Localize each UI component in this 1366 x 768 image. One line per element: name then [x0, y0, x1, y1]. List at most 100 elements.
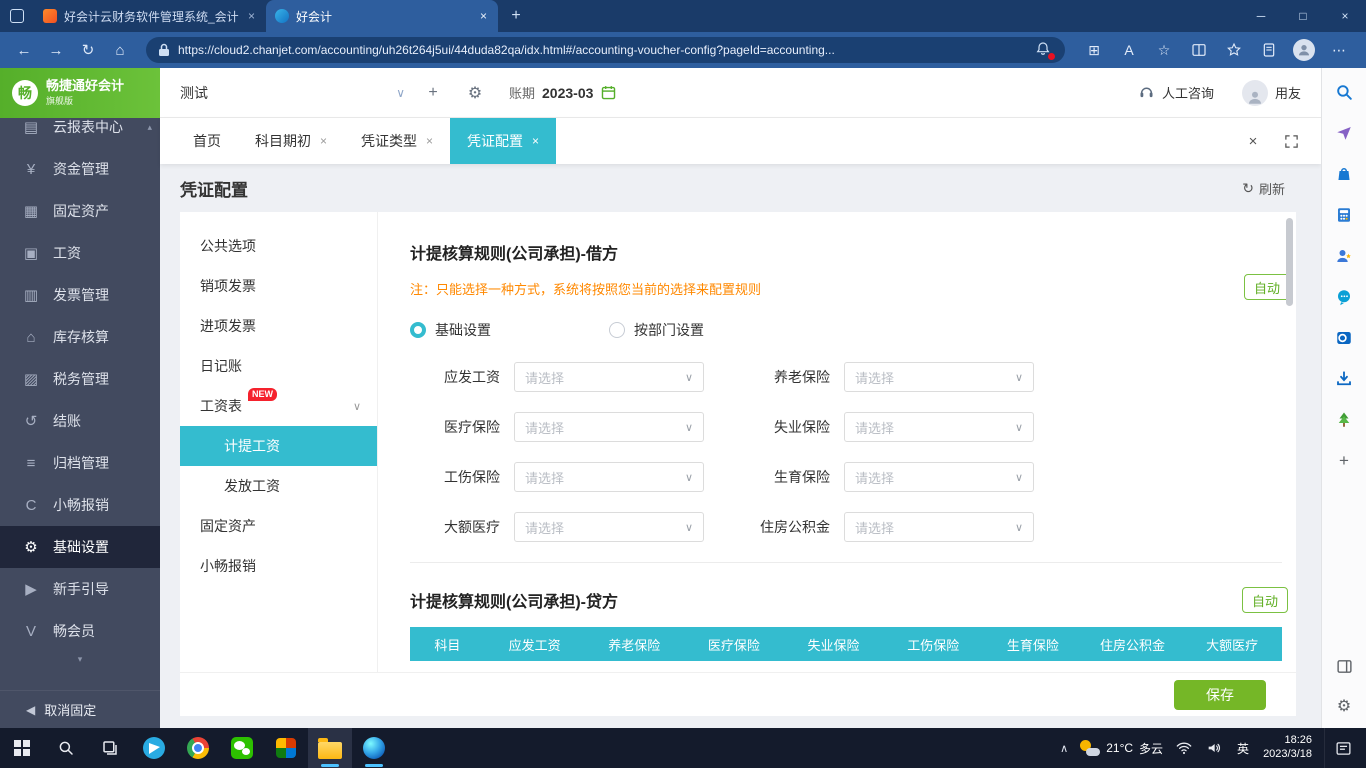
- wechat-icon[interactable]: [220, 728, 264, 768]
- select-yingfa-gongzi[interactable]: 请选择 ∨: [514, 362, 704, 392]
- sidebar-item-inventory[interactable]: ⌂ 库存核算: [0, 316, 160, 358]
- browser-menu-icon[interactable]: ⋯: [1328, 39, 1350, 61]
- forward-button[interactable]: →: [42, 36, 70, 64]
- sidebar-item-closing[interactable]: ↺ 结账: [0, 400, 160, 442]
- subnav-sales-invoice[interactable]: 销项发票: [180, 266, 377, 306]
- workspaces-icon[interactable]: ⊞: [1083, 39, 1105, 61]
- sidebar-scroll-down-icon[interactable]: ▾: [0, 654, 160, 665]
- tree-icon[interactable]: [1332, 408, 1356, 432]
- tab-opening-balance[interactable]: 科目期初 ×: [238, 118, 344, 164]
- input-language-indicator[interactable]: 英: [1235, 740, 1251, 757]
- split-screen-icon[interactable]: [1188, 39, 1210, 61]
- address-bar[interactable]: https://cloud2.chanjet.com/accounting/uh…: [146, 37, 1065, 63]
- save-button[interactable]: 保存: [1174, 679, 1266, 710]
- select-yanglao-baoxian[interactable]: 请选择 ∨: [844, 362, 1034, 392]
- select-yiliao-baoxian[interactable]: 请选择 ∨: [514, 412, 704, 442]
- office-grid-app-icon[interactable]: [264, 728, 308, 768]
- support-button[interactable]: 人工咨询: [1138, 83, 1214, 102]
- volume-icon[interactable]: [1205, 739, 1223, 757]
- tab-voucher-config[interactable]: 凭证配置 ×: [450, 118, 557, 164]
- add-account-set-button[interactable]: +: [419, 79, 447, 107]
- file-explorer-icon[interactable]: [308, 728, 352, 768]
- select-shiye-baoxian[interactable]: 请选择 ∨: [844, 412, 1034, 442]
- subnav-purchase-invoice[interactable]: 进项发票: [180, 306, 377, 346]
- sidebar-item-archive[interactable]: ≡ 归档管理: [0, 442, 160, 484]
- close-all-tabs-icon[interactable]: ×: [1243, 131, 1263, 151]
- collections-icon[interactable]: [1258, 39, 1280, 61]
- subnav-salary-accrual[interactable]: 计提工资: [180, 426, 377, 466]
- sidebar-scroll-up-icon[interactable]: ▴: [147, 122, 152, 133]
- add-sidebar-item-icon[interactable]: +: [1332, 449, 1356, 473]
- fullscreen-icon[interactable]: [1281, 131, 1301, 151]
- paper-plane-icon[interactable]: [1332, 121, 1356, 145]
- calculator-icon[interactable]: [1332, 203, 1356, 227]
- tab-home[interactable]: 首页: [176, 118, 238, 164]
- tab-close-icon[interactable]: ×: [426, 134, 433, 148]
- sidebar-settings-icon[interactable]: ⚙: [1332, 694, 1356, 718]
- radio-by-department[interactable]: 按部门设置: [609, 320, 704, 340]
- tab2-close-icon[interactable]: ×: [478, 9, 489, 23]
- customize-sidebar-icon[interactable]: [1332, 654, 1356, 678]
- taskbar-clock[interactable]: 18:26 2023/3/18: [1263, 734, 1312, 762]
- auto-config-button-debit[interactable]: 自动: [1244, 274, 1290, 300]
- favorite-add-icon[interactable]: ☆: [1153, 39, 1175, 61]
- browser-tab-1[interactable]: 好会计云财务软件管理系统_会计 ×: [34, 0, 266, 32]
- browser-tab-2[interactable]: 好会计 ×: [266, 0, 498, 32]
- person-star-icon[interactable]: [1332, 244, 1356, 268]
- tab1-close-icon[interactable]: ×: [246, 9, 257, 23]
- taskbar-search-button[interactable]: [44, 728, 88, 768]
- tab-close-icon[interactable]: ×: [532, 134, 539, 148]
- period-picker[interactable]: 账期 2023-03: [509, 83, 617, 102]
- sidebar-item-fixed-assets[interactable]: ▦ 固定资产: [0, 190, 160, 232]
- tab-voucher-type[interactable]: 凭证类型 ×: [344, 118, 450, 164]
- weather-widget[interactable]: 21°C 多云: [1080, 740, 1163, 757]
- tab-close-icon[interactable]: ×: [320, 134, 327, 148]
- subnav-salary-sheet[interactable]: 工资表 NEW ∨: [180, 386, 377, 426]
- favorites-bar-icon[interactable]: [1223, 39, 1245, 61]
- hidden-icons-chevron[interactable]: ∧: [1060, 742, 1068, 755]
- action-center-icon[interactable]: [1324, 728, 1362, 768]
- sidebar-item-invoices[interactable]: ▥ 发票管理: [0, 274, 160, 316]
- subnav-salary-payment[interactable]: 发放工资: [180, 466, 377, 506]
- chat-icon[interactable]: [1332, 285, 1356, 309]
- user-menu[interactable]: 用友: [1241, 79, 1301, 106]
- start-button[interactable]: [0, 728, 44, 768]
- radio-basic-setting[interactable]: 基础设置: [410, 320, 491, 340]
- subnav-journal[interactable]: 日记账: [180, 346, 377, 386]
- sidebar-item-cloud-reports[interactable]: ▤ 云报表中心: [0, 118, 160, 148]
- select-zhufang-gongjijin[interactable]: 请选择 ∨: [844, 512, 1034, 542]
- read-aloud-icon[interactable]: A: [1118, 39, 1140, 61]
- refresh-button[interactable]: ↻ 刷新: [1242, 179, 1285, 198]
- subnav-expense[interactable]: 小畅报销: [180, 546, 377, 586]
- drop-icon[interactable]: [1332, 367, 1356, 391]
- notifications-blocked-icon[interactable]: [1035, 41, 1056, 61]
- subnav-common-options[interactable]: 公共选项: [180, 226, 377, 266]
- shopping-bag-icon[interactable]: [1332, 162, 1356, 186]
- sidebar-item-tax[interactable]: ▨ 税务管理: [0, 358, 160, 400]
- account-settings-icon[interactable]: ⚙: [461, 79, 489, 107]
- home-button[interactable]: ⌂: [106, 36, 134, 64]
- sidebar-item-guide[interactable]: ▶ 新手引导: [0, 568, 160, 610]
- sidebar-item-salary[interactable]: ▣ 工资: [0, 232, 160, 274]
- task-view-button[interactable]: [88, 728, 132, 768]
- profile-avatar[interactable]: [1293, 39, 1315, 61]
- company-select[interactable]: 测试 ∨: [180, 83, 405, 103]
- unpin-sidebar-button[interactable]: ◀ 取消固定: [0, 690, 160, 728]
- maximize-button[interactable]: □: [1282, 0, 1324, 32]
- edge-icon[interactable]: [352, 728, 396, 768]
- select-shengyu-baoxian[interactable]: 请选择 ∨: [844, 462, 1034, 492]
- sidebar-item-funds[interactable]: ¥ 资金管理: [0, 148, 160, 190]
- chrome-icon[interactable]: [176, 728, 220, 768]
- minimize-button[interactable]: ─: [1240, 0, 1282, 32]
- back-button[interactable]: ←: [10, 36, 38, 64]
- new-tab-button[interactable]: +: [502, 2, 530, 30]
- select-gongshang-baoxian[interactable]: 请选择 ∨: [514, 462, 704, 492]
- search-icon[interactable]: [1332, 80, 1356, 104]
- close-window-button[interactable]: ×: [1324, 0, 1366, 32]
- outlook-icon[interactable]: [1332, 326, 1356, 350]
- auto-config-button-credit[interactable]: 自动: [1242, 587, 1288, 613]
- select-dae-yiliao[interactable]: 请选择 ∨: [514, 512, 704, 542]
- subnav-fixed-assets[interactable]: 固定资产: [180, 506, 377, 546]
- sidebar-item-expense[interactable]: C 小畅报销: [0, 484, 160, 526]
- reload-button[interactable]: ↻: [74, 36, 102, 64]
